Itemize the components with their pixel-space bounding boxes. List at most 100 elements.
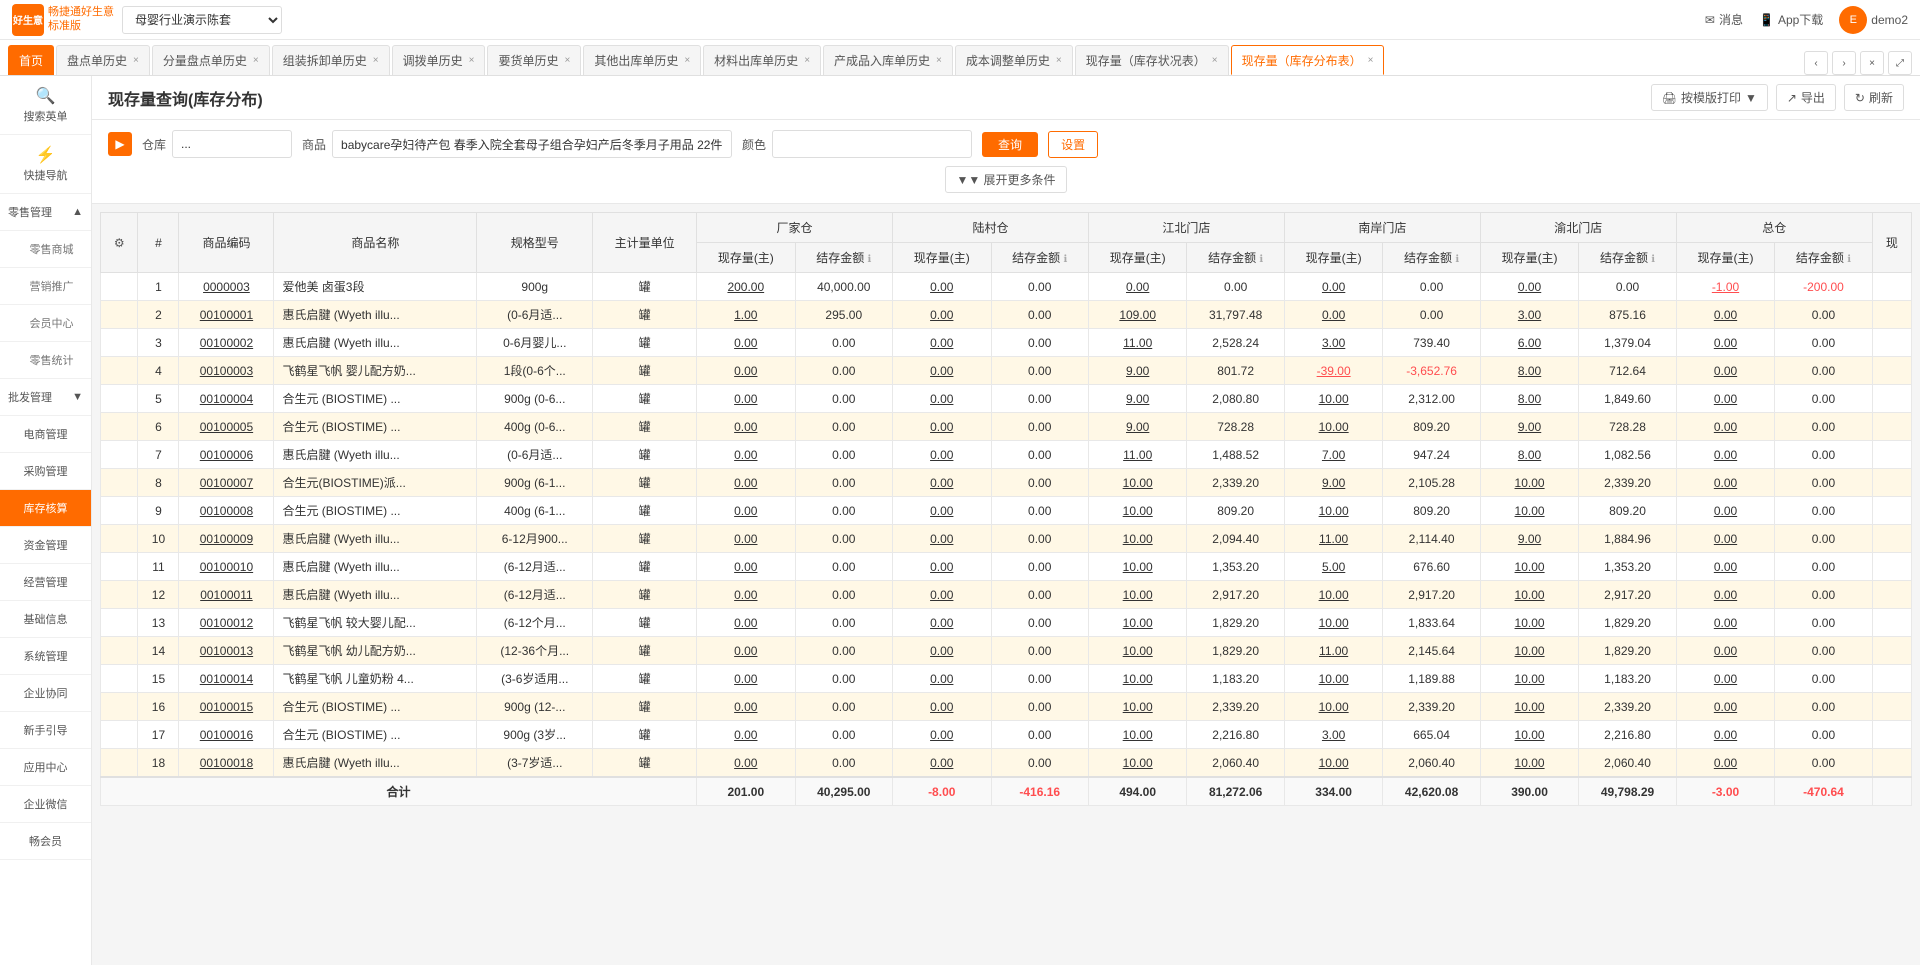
tab-cost-adjust[interactable]: 成本调整单历史 × bbox=[955, 45, 1073, 75]
message-btn[interactable]: ✉ 消息 bbox=[1705, 11, 1743, 28]
sidebar-item-member[interactable]: 会员中心 bbox=[0, 305, 91, 342]
filter-area: ▶ 仓库 商品 颜色 查询 设置 ▼▼ 展开更多 bbox=[92, 120, 1920, 204]
sidebar-item-retail-stat[interactable]: 零售统计 bbox=[0, 342, 91, 379]
app-download-btn[interactable]: 📱 App下载 bbox=[1759, 11, 1823, 28]
tab-stock-status[interactable]: 现存量（库存状况表） × bbox=[1075, 45, 1229, 75]
sidebar-item-guide[interactable]: 新手引导 bbox=[0, 712, 91, 749]
sidebar-item-svip[interactable]: 畅会员 bbox=[0, 823, 91, 860]
module-selector[interactable]: 母婴行业演示陈套 bbox=[122, 6, 282, 34]
tab-close-icon[interactable]: × bbox=[1212, 55, 1218, 66]
info-icon[interactable]: ℹ bbox=[868, 254, 872, 265]
print-btn[interactable]: 🖨 按模版打印 ▼ bbox=[1651, 84, 1768, 111]
info-icon[interactable]: ℹ bbox=[1847, 254, 1851, 265]
tab-close-icon[interactable]: × bbox=[1056, 55, 1062, 66]
th-settings[interactable]: ⚙ bbox=[101, 213, 138, 273]
td-l-amt: 0.00 bbox=[991, 497, 1088, 525]
td-code: 00100008 bbox=[179, 497, 274, 525]
refresh-btn[interactable]: ↻ 刷新 bbox=[1844, 84, 1904, 111]
expand-conditions-btn[interactable]: ▼▼ 展开更多条件 bbox=[945, 166, 1066, 193]
td-jb-amt: 801.72 bbox=[1187, 357, 1284, 385]
tab-assemble[interactable]: 组装拆卸单历史 × bbox=[272, 45, 390, 75]
sidebar-item-basic[interactable]: 基础信息 bbox=[0, 601, 91, 638]
tab-close-icon[interactable]: × bbox=[684, 55, 690, 66]
query-btn[interactable]: 查询 bbox=[982, 132, 1038, 157]
color-input[interactable] bbox=[772, 130, 972, 158]
nav-close-btn[interactable]: × bbox=[1860, 51, 1884, 75]
td-jb-qty: 9.00 bbox=[1088, 413, 1187, 441]
td-yb-qty: 10.00 bbox=[1480, 581, 1579, 609]
sidebar-item-purchase[interactable]: 采购管理 bbox=[0, 453, 91, 490]
sidebar-item-wholesale[interactable]: 批发管理 ▼ bbox=[0, 379, 91, 416]
tab-stock-dist[interactable]: 现存量（库存分布表） × bbox=[1231, 45, 1385, 75]
td-spec: 900g (0-6... bbox=[477, 385, 593, 413]
sidebar-item-inventory[interactable]: 库存核算 bbox=[0, 490, 91, 527]
tab-close-icon[interactable]: × bbox=[804, 55, 810, 66]
tab-order[interactable]: 要货单历史 × bbox=[487, 45, 581, 75]
tab-close-icon[interactable]: × bbox=[133, 55, 139, 66]
tab-other-out[interactable]: 其他出库单历史 × bbox=[583, 45, 701, 75]
td-xian bbox=[1872, 413, 1911, 441]
footer-tot-qty: -3.00 bbox=[1676, 777, 1775, 806]
user-area[interactable]: E demo2 bbox=[1839, 6, 1908, 34]
td-yb-qty: 10.00 bbox=[1480, 693, 1579, 721]
settings-icon[interactable]: ⚙ bbox=[114, 236, 125, 250]
nav-expand-btn[interactable]: ⤢ bbox=[1888, 51, 1912, 75]
goods-input[interactable] bbox=[332, 130, 732, 158]
sidebar-item-system[interactable]: 系统管理 bbox=[0, 638, 91, 675]
tab-product-in[interactable]: 产成品入库单历史 × bbox=[823, 45, 953, 75]
td-na-amt: 665.04 bbox=[1383, 721, 1480, 749]
tab-transfer[interactable]: 调拨单历史 × bbox=[392, 45, 486, 75]
sidebar-item-search[interactable]: 🔍 搜索英单 bbox=[0, 76, 91, 135]
shortcut-icon: ⚡ bbox=[4, 145, 87, 165]
sidebar-item-retail[interactable]: 零售管理 ▲ bbox=[0, 194, 91, 231]
td-na-amt: 1,189.88 bbox=[1383, 665, 1480, 693]
tab-inventory-check[interactable]: 盘点单历史 × bbox=[56, 45, 150, 75]
td-yb-qty: 6.00 bbox=[1480, 329, 1579, 357]
td-f-amt: 0.00 bbox=[795, 721, 892, 749]
tab-material-out[interactable]: 材料出库单历史 × bbox=[703, 45, 821, 75]
nav-next-btn[interactable]: › bbox=[1832, 51, 1856, 75]
sidebar-item-shortcut[interactable]: ⚡ 快捷导航 bbox=[0, 135, 91, 194]
td-jb-qty: 10.00 bbox=[1088, 637, 1187, 665]
info-icon[interactable]: ℹ bbox=[1259, 254, 1263, 265]
td-name: 飞鹤星飞帆 较大婴儿配... bbox=[274, 609, 477, 637]
warehouse-input[interactable] bbox=[172, 130, 292, 158]
td-na-qty: 10.00 bbox=[1284, 497, 1383, 525]
td-l-qty: 0.00 bbox=[892, 357, 991, 385]
td-tot-qty: 0.00 bbox=[1676, 413, 1775, 441]
tab-close-icon[interactable]: × bbox=[1368, 55, 1374, 66]
setting-btn[interactable]: 设置 bbox=[1048, 131, 1098, 158]
td-name: 惠氏启腱 (Wyeth illu... bbox=[274, 749, 477, 778]
tab-partial-check[interactable]: 分量盘点单历史 × bbox=[152, 45, 270, 75]
sidebar-item-finance[interactable]: 资金管理 bbox=[0, 527, 91, 564]
td-f-qty: 0.00 bbox=[697, 441, 796, 469]
tab-close-icon[interactable]: × bbox=[564, 55, 570, 66]
sidebar-item-enterprise[interactable]: 企业协同 bbox=[0, 675, 91, 712]
export-btn[interactable]: ↗ 导出 bbox=[1776, 84, 1836, 111]
td-settings bbox=[101, 609, 138, 637]
tab-close-icon[interactable]: × bbox=[936, 55, 942, 66]
td-settings bbox=[101, 469, 138, 497]
nav-prev-btn[interactable]: ‹ bbox=[1804, 51, 1828, 75]
info-icon[interactable]: ℹ bbox=[1651, 254, 1655, 265]
tab-close-icon[interactable]: × bbox=[253, 55, 259, 66]
tab-close-icon[interactable]: × bbox=[469, 55, 475, 66]
tab-close-icon[interactable]: × bbox=[373, 55, 379, 66]
sidebar-item-ecommerce[interactable]: 电商管理 bbox=[0, 416, 91, 453]
footer-xian bbox=[1872, 777, 1911, 806]
table-row: 3 00100002 惠氏启腱 (Wyeth illu... 0-6月婴儿...… bbox=[101, 329, 1912, 357]
sidebar-item-retail-store[interactable]: 零售商城 bbox=[0, 231, 91, 268]
td-na-qty: 0.00 bbox=[1284, 301, 1383, 329]
info-icon[interactable]: ℹ bbox=[1455, 254, 1459, 265]
td-l-amt: 0.00 bbox=[991, 273, 1088, 301]
info-icon[interactable]: ℹ bbox=[1063, 254, 1067, 265]
sidebar-item-corpwechat[interactable]: 企业微信 bbox=[0, 786, 91, 823]
tab-home[interactable]: 首页 bbox=[8, 45, 54, 75]
filter-expand-arrow[interactable]: ▶ bbox=[108, 132, 132, 156]
sidebar-item-appcenter[interactable]: 应用中心 bbox=[0, 749, 91, 786]
footer-yb-amt: 49,798.29 bbox=[1579, 777, 1676, 806]
td-na-amt: 2,114.40 bbox=[1383, 525, 1480, 553]
sidebar-item-marketing[interactable]: 营销推广 bbox=[0, 268, 91, 305]
table-container[interactable]: ⚙ # 商品编码 商品名称 规格型号 主计量单位 厂家仓 陆村仓 江北门店 南岸… bbox=[92, 204, 1920, 965]
sidebar-item-operation[interactable]: 经营管理 bbox=[0, 564, 91, 601]
